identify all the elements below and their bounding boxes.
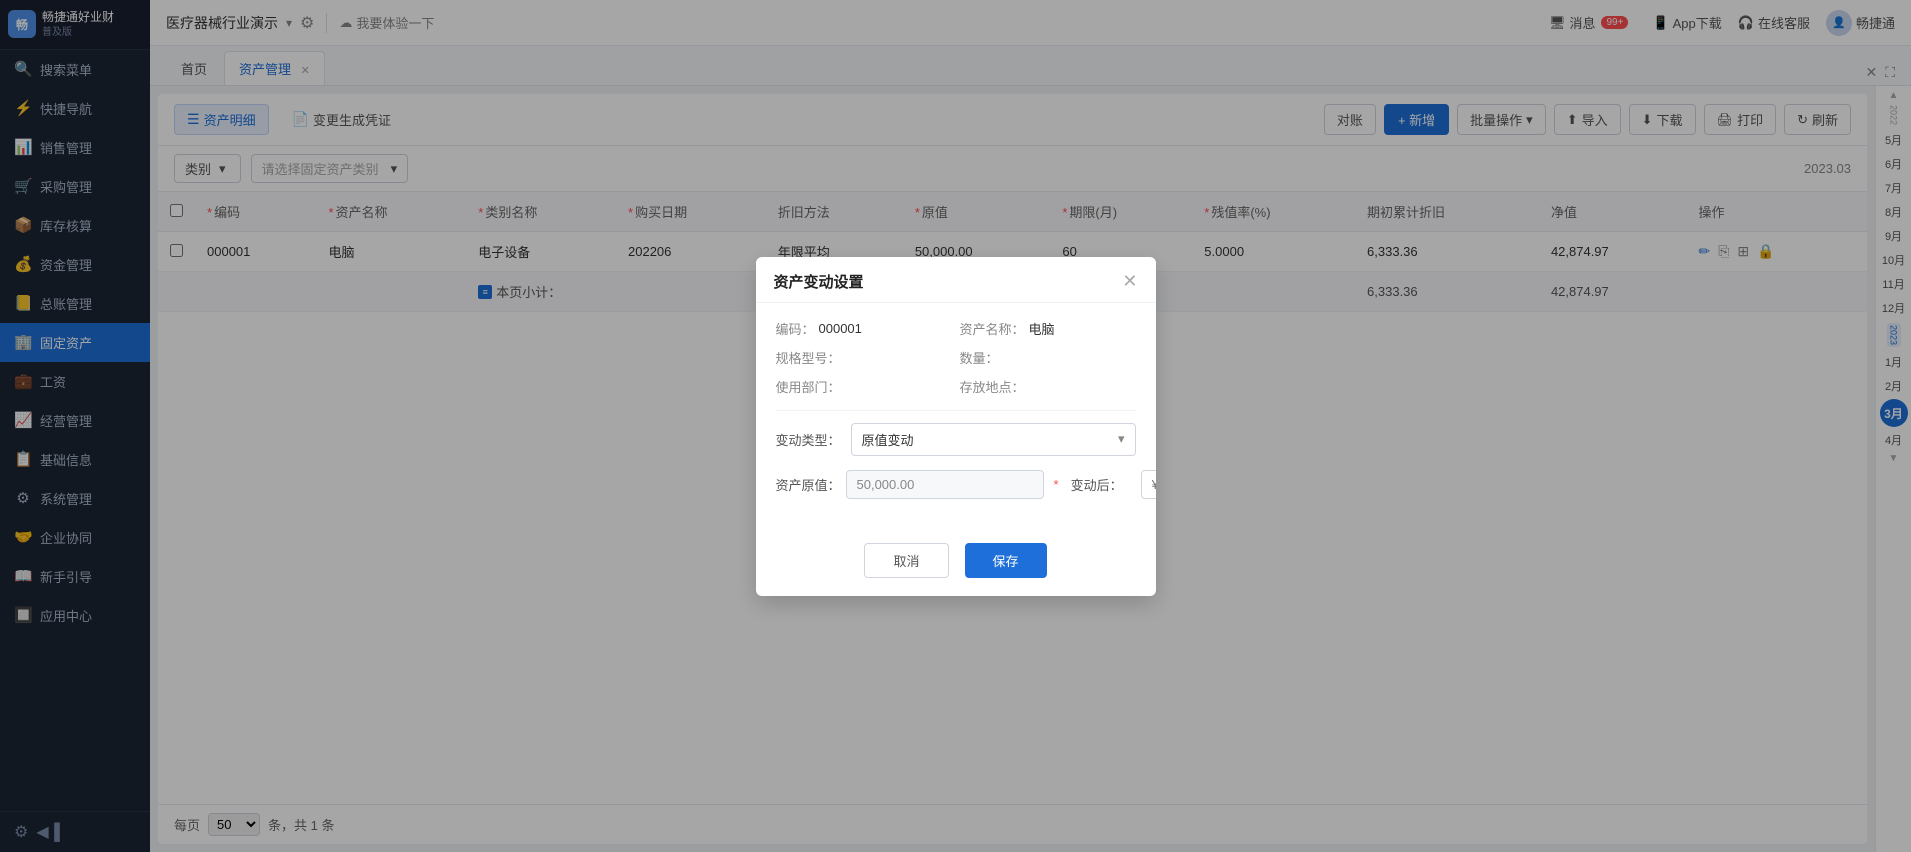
change-type-row: 变动类型： 原值变动 ▾ (776, 423, 1136, 456)
change-type-label: 变动类型： (776, 430, 841, 449)
spec-label: 规格型号： (776, 348, 841, 367)
after-required-star: * (1054, 477, 1059, 492)
save-button[interactable]: 保存 (965, 543, 1047, 578)
cancel-button[interactable]: 取消 (864, 543, 948, 578)
dialog-info-code: 编码： 000001 (776, 319, 952, 338)
dialog-title: 资产变动设置 (774, 271, 864, 292)
cancel-label: 取消 (893, 554, 919, 569)
asset-name-label: 资产名称： (960, 319, 1025, 338)
dialog-footer: 取消 保存 (756, 529, 1156, 596)
dialog-info-assetname: 资产名称： 电脑 (960, 319, 1136, 338)
dialog-close-icon[interactable]: ✕ (1122, 272, 1137, 290)
dialog-divider (776, 410, 1136, 411)
department-label: 使用部门： (776, 377, 841, 396)
save-label: 保存 (993, 554, 1019, 569)
dialog-info-spec: 规格型号： (776, 348, 952, 367)
dialog-header: 资产变动设置 ✕ (756, 257, 1156, 303)
code-label: 编码： (776, 319, 815, 338)
change-type-value: 原值变动 (862, 430, 914, 449)
asset-name-value: 电脑 (1029, 319, 1055, 338)
after-label: 变动后： (1071, 475, 1131, 494)
dialog-info-department: 使用部门： (776, 377, 952, 396)
dialog-info-grid: 编码： 000001 资产名称： 电脑 规格型号： 数量： 使用部门： (776, 319, 1136, 396)
original-value-input (846, 470, 1044, 499)
quantity-label: 数量： (960, 348, 999, 367)
dialog-info-location: 存放地点： (960, 377, 1136, 396)
code-value: 000001 (819, 321, 862, 336)
dialog-overlay: 资产变动设置 ✕ 编码： 000001 资产名称： 电脑 规格型号： 数量： (0, 0, 1911, 852)
location-label: 存放地点： (960, 377, 1025, 396)
change-type-chevron-icon: ▾ (1118, 431, 1125, 447)
original-value-label: 资产原值： (776, 475, 836, 494)
asset-change-dialog: 资产变动设置 ✕ 编码： 000001 资产名称： 电脑 规格型号： 数量： (756, 257, 1156, 596)
dialog-body: 编码： 000001 资产名称： 电脑 规格型号： 数量： 使用部门： (756, 303, 1156, 529)
change-type-select[interactable]: 原值变动 ▾ (851, 423, 1136, 456)
original-value-row: 资产原值： * 变动后： (776, 470, 1136, 499)
after-value-input[interactable] (1141, 470, 1156, 499)
dialog-info-quantity: 数量： (960, 348, 1136, 367)
